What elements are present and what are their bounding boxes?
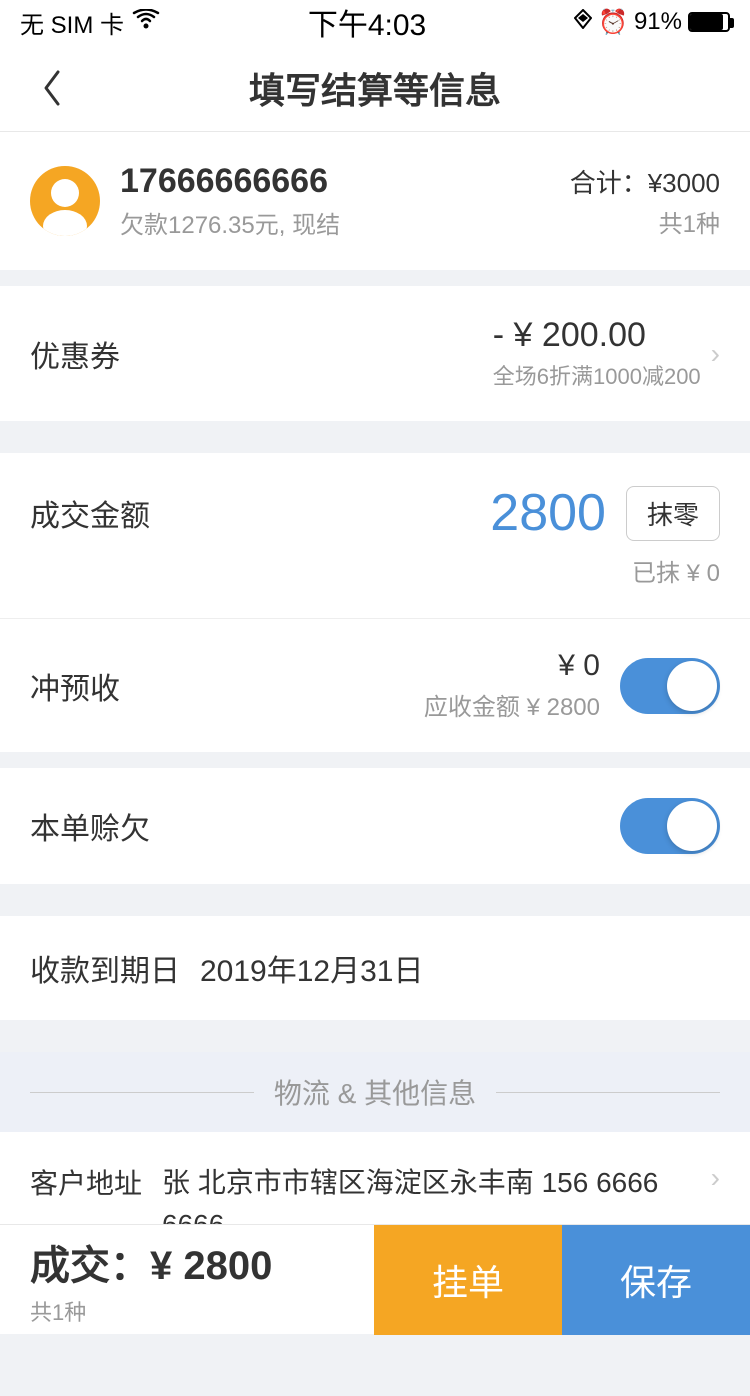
avatar-person-icon <box>30 166 100 236</box>
footer-info: 成交：¥ 2800 共1种 <box>0 1233 374 1327</box>
header-line-left <box>30 1092 254 1093</box>
status-right: ⏰ 91% <box>574 8 730 37</box>
alarm-icon: ⏰ <box>598 8 628 37</box>
logistics-header: 物流 & 其他信息 <box>0 1052 750 1132</box>
nav-bar: 填写结算等信息 <box>0 44 750 132</box>
deal-sub: 已抹 ¥ 0 <box>632 560 720 587</box>
customer-sub: 欠款1276.35元, 现结 <box>120 205 340 240</box>
wifi-icon <box>132 8 160 36</box>
location-icon <box>574 8 592 36</box>
date-value: 2019年12月31日 <box>200 946 423 990</box>
deal-label: 成交金额 <box>30 491 150 535</box>
coupon-amount: - ¥ 200.00 <box>493 316 701 355</box>
debt-toggle-knob <box>667 801 717 851</box>
total-label: 合计：¥3000 <box>570 163 720 200</box>
hang-button[interactable]: 挂单 <box>374 1225 562 1335</box>
pre-receive-label: 冲预收 <box>30 664 120 708</box>
round-button[interactable]: 抹零 <box>626 486 720 541</box>
section-divider-2 <box>0 752 750 768</box>
footer-deal-prefix: 成交： <box>30 1244 150 1288</box>
section-divider-4 <box>0 1036 750 1052</box>
logistics-header-text: 物流 & 其他信息 <box>274 1072 476 1112</box>
toggle-knob <box>667 661 717 711</box>
coupon-desc: 全场6折满1000减200 <box>493 359 701 391</box>
save-button[interactable]: 保存 <box>562 1225 750 1335</box>
footer-count: 共1种 <box>30 1295 344 1327</box>
deal-section: 成交金额 2800 抹零 已抹 ¥ 0 <box>0 453 750 618</box>
status-left: 无 SIM 卡 <box>20 5 160 40</box>
page-title: 填写结算等信息 <box>30 62 720 114</box>
footer: 成交：¥ 2800 共1种 挂单 保存 <box>0 1224 750 1334</box>
total-count: 共1种 <box>570 204 720 239</box>
payment-date-section: 收款到期日 2019年12月31日 <box>0 916 750 1020</box>
coupon-section[interactable]: 优惠券 - ¥ 200.00 全场6折满1000减200 › <box>0 286 750 421</box>
debt-toggle[interactable] <box>620 798 720 854</box>
footer-deal-amount: ¥ 2800 <box>150 1244 272 1288</box>
debt-section: 本单赊欠 <box>0 768 750 884</box>
customer-phone: 17666666666 <box>120 162 340 201</box>
deal-amount: 2800 <box>490 483 606 543</box>
header-line-right <box>496 1092 720 1093</box>
pre-receive-toggle[interactable] <box>620 658 720 714</box>
pre-receive-section: 冲预收 ¥ 0 应收金额 ¥ 2800 <box>0 618 750 752</box>
pre-receive-amount: ¥ 0 <box>424 649 600 683</box>
avatar <box>30 166 100 236</box>
customer-section: 17666666666 欠款1276.35元, 现结 合计：¥3000 共1种 <box>0 132 750 270</box>
status-bar: 无 SIM 卡 下午4:03 ⏰ 91% <box>0 0 750 44</box>
debt-label: 本单赊欠 <box>30 804 150 848</box>
chevron-right-icon: › <box>711 338 720 370</box>
section-divider-3 <box>0 900 750 916</box>
footer-deal: 成交：¥ 2800 <box>30 1233 344 1291</box>
pre-receive-sub: 应收金额 ¥ 2800 <box>424 687 600 722</box>
section-divider <box>0 437 750 453</box>
sim-status: 无 SIM 卡 <box>20 5 124 40</box>
date-label: 收款到期日 <box>30 946 180 990</box>
battery-percent: 91% <box>634 8 682 36</box>
battery-icon <box>688 12 730 32</box>
status-time: 下午4:03 <box>308 0 426 44</box>
coupon-label: 优惠券 <box>30 332 120 376</box>
address-key: 客户地址 <box>30 1162 142 1202</box>
address-chevron-icon: › <box>711 1162 720 1194</box>
